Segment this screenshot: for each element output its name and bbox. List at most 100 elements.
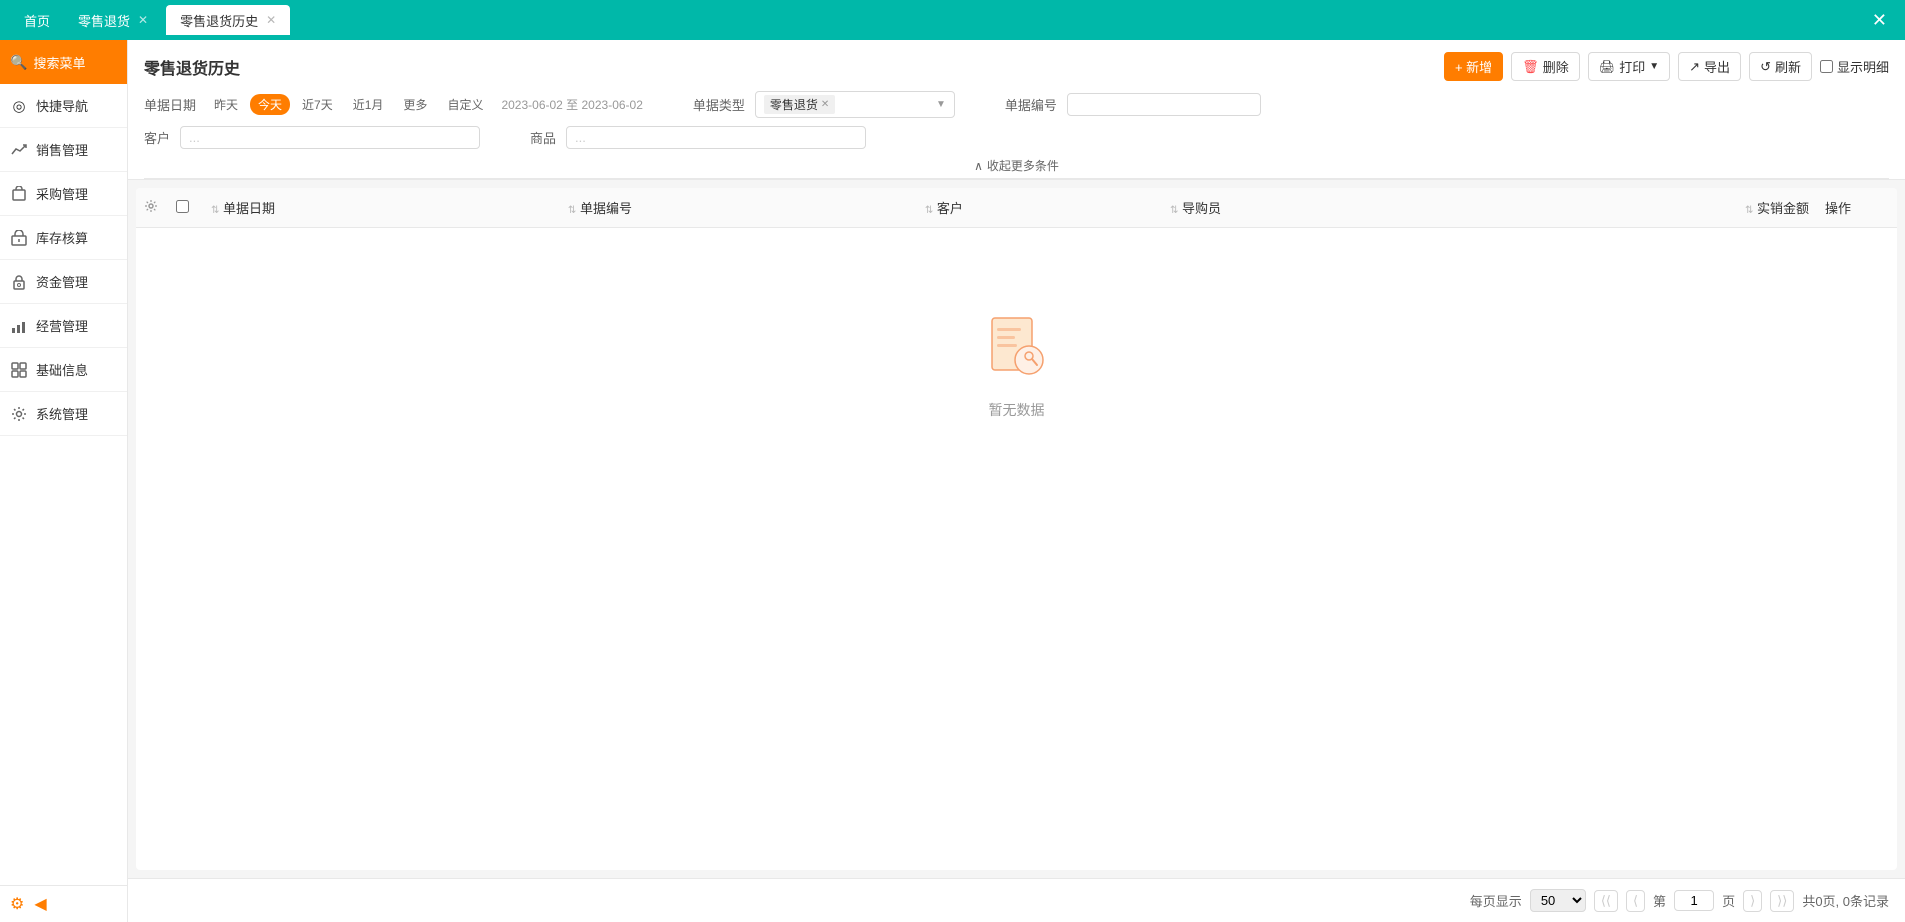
last-page-btn[interactable]: ⟩⟩ <box>1770 890 1794 912</box>
new-button[interactable]: + 新增 <box>1444 52 1503 81</box>
print-dropdown-icon: ▼ <box>1649 61 1659 72</box>
customer-filter-label: 客户 <box>144 128 170 147</box>
page-title-row: 零售退货历史 + 新增 🗑 删除 🖨 打印 ▼ ↗ 导出 <box>144 52 1889 81</box>
print-button[interactable]: 🖨 打印 ▼ <box>1588 52 1670 81</box>
pagination: 每页显示 50 100 200 ⟨⟨ ⟨ 第 页 ⟩ ⟩⟩ 共0页, 0条记录 <box>128 878 1905 922</box>
col-voucher-sort-icon: ⇅ <box>568 205 576 216</box>
table-col-op: 操作 <box>1817 188 1897 228</box>
sidebar-item-system[interactable]: 系统管理 <box>0 392 127 436</box>
customer-filter-select[interactable]: ... <box>180 126 480 149</box>
col-customer-sort-icon: ⇅ <box>925 205 933 216</box>
voucher-filter-label: 单据编号 <box>1005 95 1057 114</box>
sidebar-item-purchase-label: 采购管理 <box>36 184 88 203</box>
sidebar-item-inventory[interactable]: 库存核算 <box>0 216 127 260</box>
page-input[interactable] <box>1674 890 1714 911</box>
sidebar-item-quick-nav-label: 快捷导航 <box>36 96 88 115</box>
search-icon: 🔍 <box>10 54 27 71</box>
filter-row-customer: 客户 ... 商品 ... <box>144 126 1889 149</box>
sidebar-item-finance-label: 资金管理 <box>36 272 88 291</box>
sidebar-search-label: 搜索菜单 <box>33 53 85 72</box>
sidebar-item-finance[interactable]: 资金管理 <box>0 260 127 304</box>
collapse-up-icon: ∧ <box>974 159 983 173</box>
toolbar: + 新增 🗑 删除 🖨 打印 ▼ ↗ 导出 ↺ <box>1444 52 1889 81</box>
sidebar: 🔍 搜索菜单 ◎ 快捷导航 销售管理 采购管理 库存核算 <box>0 40 128 922</box>
sidebar-item-sales-label: 销售管理 <box>36 140 88 159</box>
per-page-label: 每页显示 <box>1470 891 1522 910</box>
type-select-arrow-icon: ▼ <box>936 99 946 110</box>
tab-bar: 首页 零售退货 ✕ 零售退货历史 ✕ ✕ <box>0 0 1905 40</box>
table-col-amount[interactable]: ⇅ 实销金额 <box>1460 188 1817 228</box>
table-col-guide[interactable]: ⇅ 导购员 <box>1159 188 1460 228</box>
base-info-icon <box>10 361 28 379</box>
finance-icon <box>10 273 28 291</box>
filter-collapse-btn[interactable]: ∧ 收起更多条件 <box>144 153 1889 178</box>
prev-page-btn[interactable]: ⟨ <box>1626 890 1645 912</box>
show-detail-label: 显示明细 <box>1837 57 1889 76</box>
filter-collapse-label: 收起更多条件 <box>987 157 1059 174</box>
date-today-btn[interactable]: 今天 <box>250 94 290 115</box>
tab-retail-return[interactable]: 零售退货 ✕ <box>64 5 162 35</box>
type-filter-label: 单据类型 <box>693 95 745 114</box>
sidebar-bottom: ⚙ ◀ <box>0 885 127 922</box>
sidebar-item-operations[interactable]: 经营管理 <box>0 304 127 348</box>
tab-home[interactable]: 首页 <box>10 5 64 35</box>
tab-retail-return-close[interactable]: ✕ <box>138 13 148 27</box>
select-all-checkbox[interactable] <box>176 200 189 213</box>
export-button[interactable]: ↗ 导出 <box>1678 52 1741 81</box>
operations-icon <box>10 317 28 335</box>
col-amount-sort-icon: ⇅ <box>1745 205 1753 216</box>
refresh-icon: ↺ <box>1760 59 1771 75</box>
sidebar-settings-button[interactable]: ⚙ <box>10 894 24 914</box>
customer-placeholder: ... <box>189 130 200 145</box>
goods-placeholder: ... <box>575 130 586 145</box>
type-filter-select[interactable]: 零售退货 ✕ ▼ <box>755 91 955 118</box>
table-col-check[interactable] <box>168 188 200 228</box>
sidebar-item-operations-label: 经营管理 <box>36 316 88 335</box>
date-range-display: 2023-06-02 至 2023-06-02 <box>501 96 642 113</box>
system-icon <box>10 405 28 423</box>
purchase-icon <box>10 185 28 203</box>
table-col-settings[interactable] <box>136 188 168 228</box>
sidebar-item-sales[interactable]: 销售管理 <box>0 128 127 172</box>
date-1month-btn[interactable]: 近1月 <box>345 94 392 115</box>
filter-row-date: 单据日期 昨天 今天 近7天 近1月 更多 自定义 2023-06-02 至 2… <box>144 91 1889 118</box>
date-custom-btn[interactable]: 自定义 <box>439 94 491 115</box>
table-container: ⇅ 单据日期 ⇅ 单据编号 ⇅ 客户 ⇅ 导购员 <box>136 188 1897 870</box>
type-tag-label: 零售退货 <box>770 96 818 113</box>
date-7days-btn[interactable]: 近7天 <box>294 94 341 115</box>
page-header: 零售退货历史 + 新增 🗑 删除 🖨 打印 ▼ ↗ 导出 <box>128 40 1905 180</box>
goods-filter-select[interactable]: ... <box>566 126 866 149</box>
print-icon: 🖨 <box>1599 59 1616 75</box>
sidebar-item-purchase[interactable]: 采购管理 <box>0 172 127 216</box>
next-page-btn[interactable]: ⟩ <box>1743 890 1762 912</box>
table-body: 暂无数据 <box>136 228 1897 501</box>
sidebar-item-base-info[interactable]: 基础信息 <box>0 348 127 392</box>
show-detail-checkbox-label[interactable]: 显示明细 <box>1820 57 1889 76</box>
show-detail-checkbox[interactable] <box>1820 60 1833 73</box>
delete-button[interactable]: 🗑 删除 <box>1511 52 1580 81</box>
export-icon: ↗ <box>1689 59 1700 75</box>
table-col-customer[interactable]: ⇅ 客户 <box>914 188 1159 228</box>
date-more-btn[interactable]: 更多 <box>395 94 435 115</box>
table-header: ⇅ 单据日期 ⇅ 单据编号 ⇅ 客户 ⇅ 导购员 <box>136 188 1897 228</box>
table-col-voucher[interactable]: ⇅ 单据编号 <box>557 188 914 228</box>
data-table: ⇅ 单据日期 ⇅ 单据编号 ⇅ 客户 ⇅ 导购员 <box>136 188 1897 500</box>
type-tag-close[interactable]: ✕ <box>821 99 829 110</box>
tab-retail-return-history[interactable]: 零售退货历史 ✕ <box>166 5 290 35</box>
quick-nav-icon: ◎ <box>10 97 28 115</box>
goods-filter-label: 商品 <box>530 128 556 147</box>
sidebar-search[interactable]: 🔍 搜索菜单 <box>0 40 127 84</box>
table-col-date[interactable]: ⇅ 单据日期 <box>200 188 557 228</box>
empty-state: 暂无数据 <box>136 228 1897 500</box>
tab-retail-return-history-close[interactable]: ✕ <box>266 13 276 27</box>
date-yesterday-btn[interactable]: 昨天 <box>206 94 246 115</box>
page-label: 第 <box>1653 891 1666 910</box>
per-page-select[interactable]: 50 100 200 <box>1530 889 1586 912</box>
refresh-button[interactable]: ↺ 刷新 <box>1749 52 1812 81</box>
sidebar-toggle-button[interactable]: ◀ <box>34 894 46 914</box>
first-page-btn[interactable]: ⟨⟨ <box>1594 890 1618 912</box>
voucher-filter-input[interactable] <box>1067 93 1261 116</box>
sidebar-item-quick-nav[interactable]: ◎ 快捷导航 <box>0 84 127 128</box>
tab-retail-return-label: 零售退货 <box>78 11 130 30</box>
close-window-button[interactable]: ✕ <box>1864 10 1895 31</box>
